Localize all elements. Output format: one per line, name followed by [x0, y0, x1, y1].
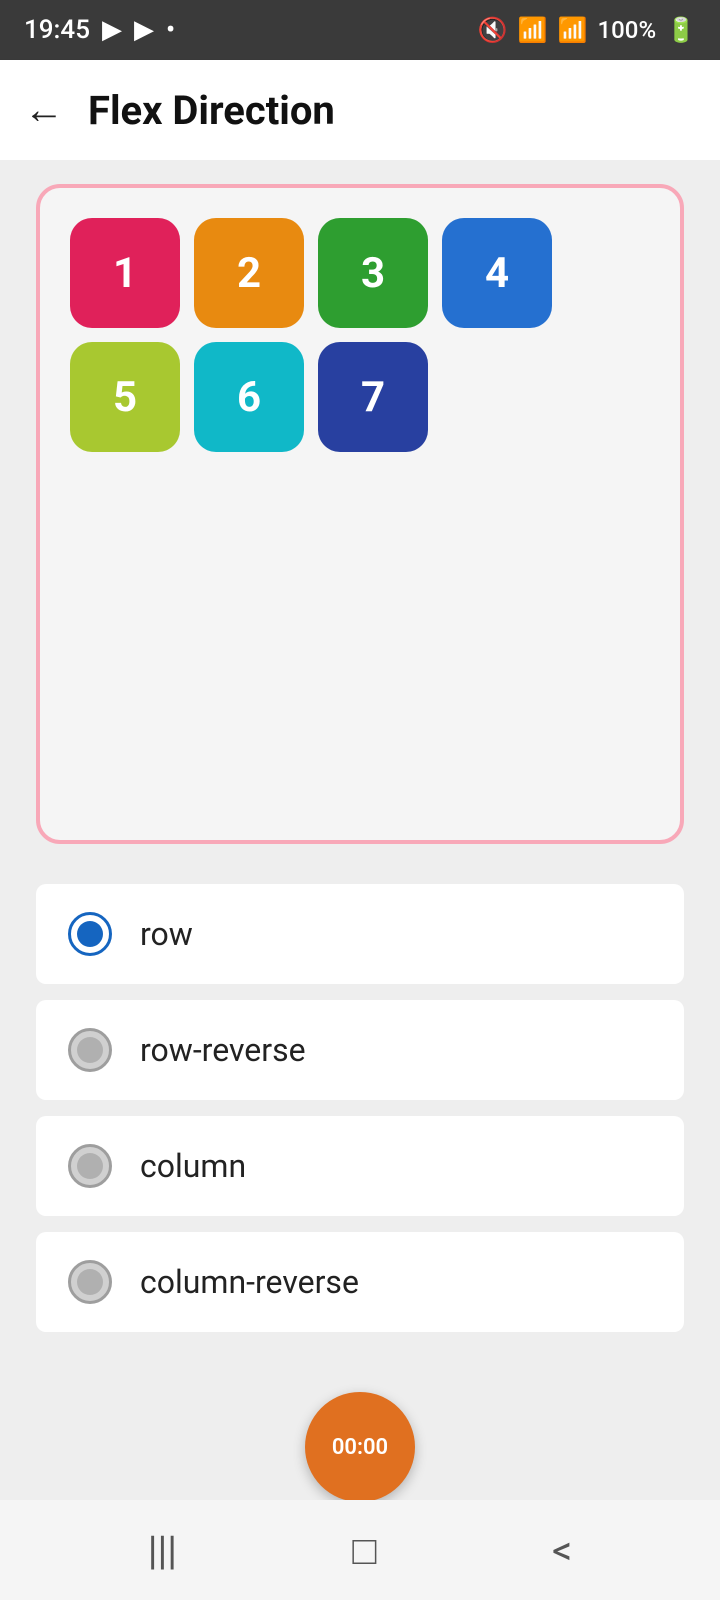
flex-item-3: 3: [318, 218, 428, 328]
status-bar: 19:45 ▶ ▶ • 🔇 📶 📶 100% 🔋: [0, 0, 720, 60]
flex-demo-container: 1234 567: [36, 184, 684, 844]
status-time: 19:45: [24, 15, 90, 45]
radio-circle-row-reverse: [68, 1028, 112, 1072]
mute-icon: 🔇: [478, 16, 508, 44]
nav-menu-icon[interactable]: |||: [148, 1527, 177, 1574]
dot-icon: •: [166, 15, 175, 45]
status-right: 🔇 📶 📶 100% 🔋: [478, 16, 696, 44]
timer-button[interactable]: 00:00: [305, 1392, 415, 1502]
page-title: Flex Direction: [88, 87, 335, 134]
flex-item-4: 4: [442, 218, 552, 328]
bottom-nav: ||| □ <: [0, 1500, 720, 1600]
radio-label-row-reverse: row-reverse: [140, 1031, 306, 1069]
battery-icon: 🔋: [666, 16, 696, 44]
radio-item-column-reverse[interactable]: column-reverse: [36, 1232, 684, 1332]
battery-pct: 100%: [598, 16, 657, 44]
signal-icon: 📶: [558, 16, 588, 44]
radio-circle-column-reverse: [68, 1260, 112, 1304]
radio-circle-row: [68, 912, 112, 956]
main-content: 1234 567 row row-reverse column column-rever…: [0, 160, 720, 1600]
wifi-icon: 📶: [518, 16, 548, 44]
radio-circle-column: [68, 1144, 112, 1188]
flex-item-7: 7: [318, 342, 428, 452]
flex-item-5: 5: [70, 342, 180, 452]
radio-label-row: row: [140, 915, 193, 953]
flex-item-1: 1: [70, 218, 180, 328]
radio-item-row-reverse[interactable]: row-reverse: [36, 1000, 684, 1100]
flex-item-6: 6: [194, 342, 304, 452]
radio-label-column: column: [140, 1147, 246, 1185]
nav-back-icon[interactable]: <: [552, 1527, 572, 1574]
back-button[interactable]: ←: [24, 90, 64, 130]
radio-item-row[interactable]: row: [36, 884, 684, 984]
app-bar: ← Flex Direction: [0, 60, 720, 160]
status-left: 19:45 ▶ ▶ •: [24, 15, 175, 45]
notification-icon: ▶: [102, 15, 122, 45]
youtube-icon: ▶: [134, 15, 154, 45]
radio-label-column-reverse: column-reverse: [140, 1263, 359, 1301]
radio-list: row row-reverse column column-reverse: [36, 884, 684, 1332]
timer-area: 00:00: [36, 1392, 684, 1502]
nav-home-icon[interactable]: □: [352, 1527, 376, 1574]
radio-item-column[interactable]: column: [36, 1116, 684, 1216]
flex-item-2: 2: [194, 218, 304, 328]
flex-box: 1234 567: [70, 218, 650, 452]
